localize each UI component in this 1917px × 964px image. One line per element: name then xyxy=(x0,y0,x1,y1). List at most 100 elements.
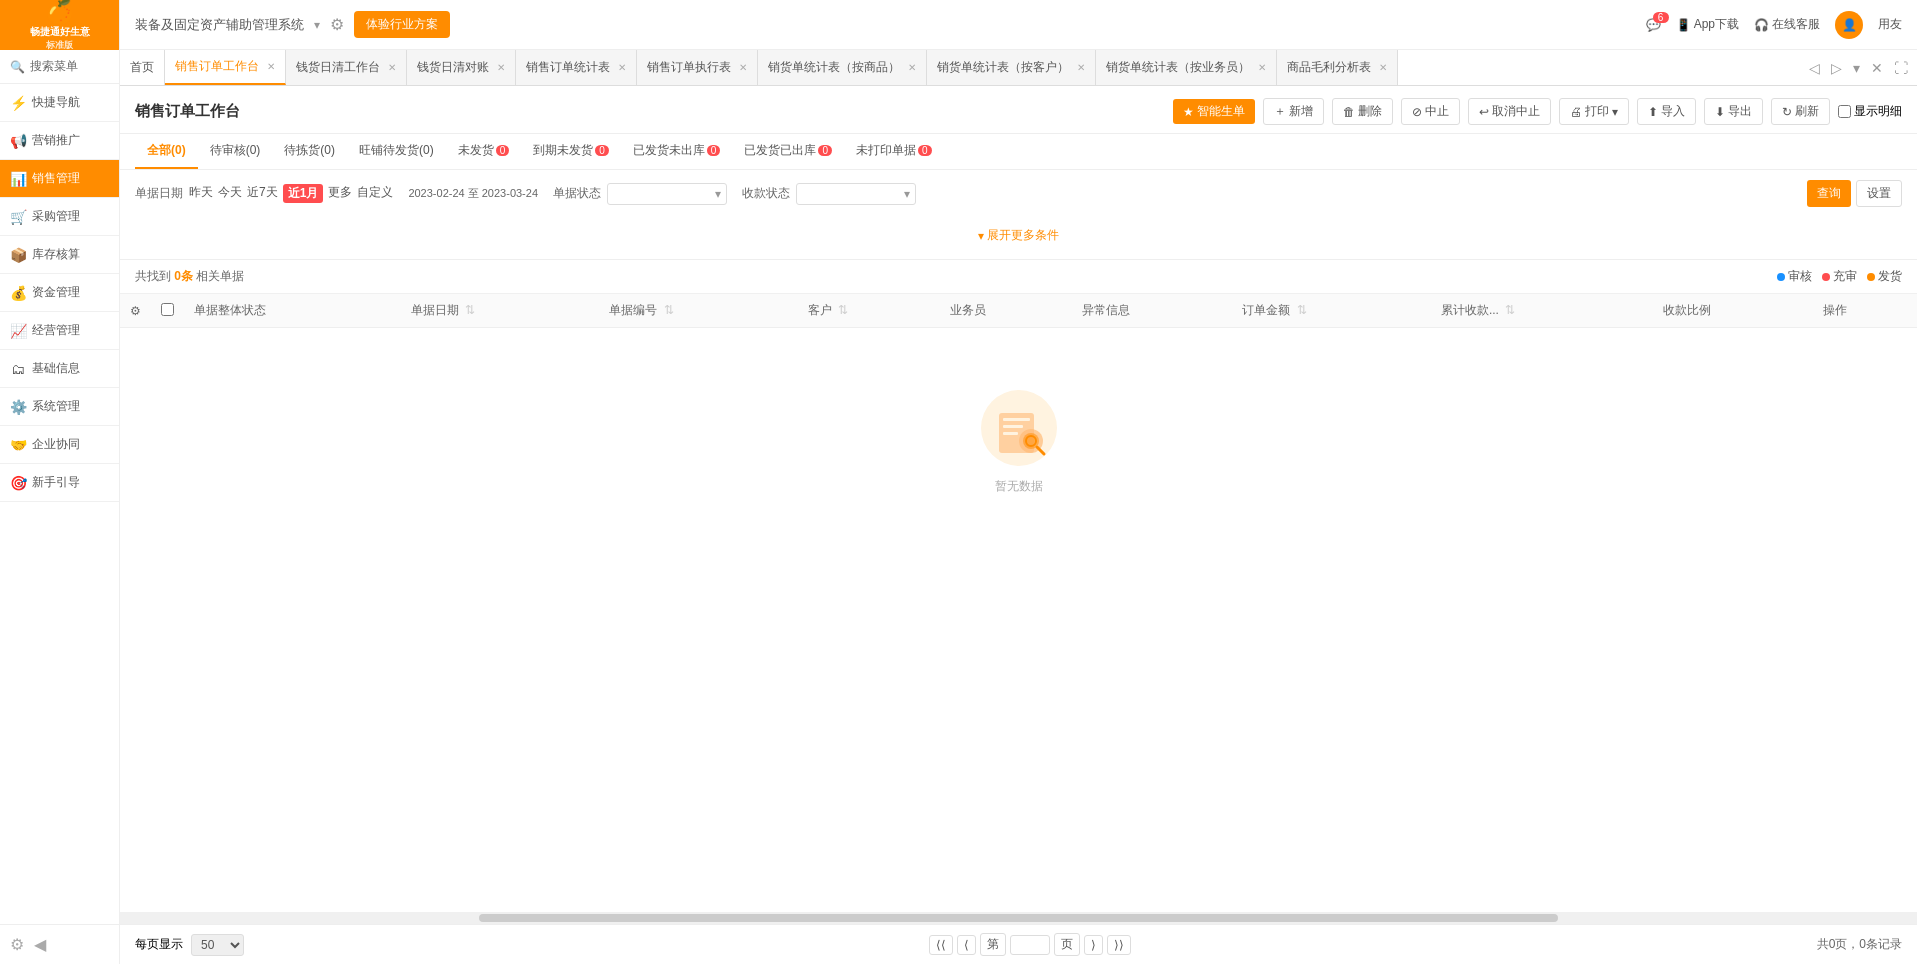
page-next-btn[interactable]: ⟩ xyxy=(1084,935,1103,955)
sidebar-item-inventory[interactable]: 📦 库存核算 xyxy=(0,236,119,274)
subtab-shipped-out[interactable]: 已发货已出库0 xyxy=(732,134,844,169)
sidebar-item-guide[interactable]: 🎯 新手引导 xyxy=(0,464,119,502)
tab-close-icon[interactable]: ✕ xyxy=(739,62,747,73)
date-opt-1month[interactable]: 近1月 xyxy=(283,184,324,203)
tab-consign-customer[interactable]: 销货单统计表（按客户） ✕ xyxy=(927,50,1096,85)
cancel-stop-btn[interactable]: ↩ 取消中止 xyxy=(1468,98,1551,125)
tab-scroll-right-icon[interactable]: ▷ xyxy=(1827,58,1846,78)
horizontal-scrollbar[interactable] xyxy=(120,912,1917,924)
sidebar-item-search[interactable]: 🔍 搜索菜单 xyxy=(0,50,119,84)
stop-icon: ⊘ xyxy=(1412,105,1422,119)
col-received: 累计收款... ⇅ xyxy=(1431,294,1653,328)
show-detail-checkbox[interactable] xyxy=(1838,105,1851,118)
date-opt-7days[interactable]: 近7天 xyxy=(247,184,278,203)
page-last-btn[interactable]: ⟩⟩ xyxy=(1107,935,1131,955)
tab-close-icon[interactable]: ✕ xyxy=(497,62,505,73)
tab-close-all-icon[interactable]: ✕ xyxy=(1867,58,1887,78)
tab-sales-order-workbench[interactable]: 销售订单工作台 ✕ xyxy=(165,50,286,85)
sidebar-item-enterprise[interactable]: 🤝 企业协同 xyxy=(0,426,119,464)
date-opt-today[interactable]: 今天 xyxy=(218,184,242,203)
subtab-shipped-not-out[interactable]: 已发货未出库0 xyxy=(621,134,733,169)
date-opt-custom[interactable]: 自定义 xyxy=(357,184,393,203)
subtab-wangpu[interactable]: 旺铺待发货(0) xyxy=(347,134,446,169)
table-result-info: 共找到 0条 相关单据 xyxy=(135,268,244,285)
subtab-expired-not-shipped[interactable]: 到期未发货0 xyxy=(521,134,621,169)
expand-btn[interactable]: ▾ 展开更多条件 xyxy=(978,222,1059,249)
date-opt-yesterday[interactable]: 昨天 xyxy=(189,184,213,203)
sidebar-item-purchase[interactable]: 🛒 采购管理 xyxy=(0,198,119,236)
tab-close-icon[interactable]: ✕ xyxy=(1379,62,1387,73)
status-select[interactable] xyxy=(607,183,727,205)
page-prev-btn[interactable]: ⟨ xyxy=(957,935,976,955)
sidebar-item-sales[interactable]: 📊 销售管理 xyxy=(0,160,119,198)
table-scroll[interactable]: ⚙ 单据整体状态 单据日期 ⇅ 单据编号 ⇅ xyxy=(120,294,1917,912)
number-sort-icon[interactable]: ⇅ xyxy=(664,303,674,317)
tab-cash-daily[interactable]: 钱货日清工作台 ✕ xyxy=(286,50,407,85)
notification-btn[interactable]: 💬 6 xyxy=(1646,18,1661,32)
sidebar-item-marketing[interactable]: 📢 营销推广 xyxy=(0,122,119,160)
import-btn[interactable]: ⬆ 导入 xyxy=(1637,98,1696,125)
system-dropdown-icon[interactable]: ▾ xyxy=(314,18,320,32)
sidebar-item-label: 营销推广 xyxy=(32,132,80,149)
ship-bulk-btn[interactable]: 发货 xyxy=(1867,268,1902,285)
subtab-pending-review[interactable]: 待审核(0) xyxy=(198,134,273,169)
subtab-pending-check[interactable]: 待拣货(0) xyxy=(272,134,347,169)
unreviewed-bulk-btn[interactable]: 充审 xyxy=(1822,268,1857,285)
tab-close-icon[interactable]: ✕ xyxy=(1077,62,1085,73)
tab-consign-salesman[interactable]: 销货单统计表（按业务员） ✕ xyxy=(1096,50,1277,85)
scrollbar-thumb[interactable] xyxy=(479,914,1557,922)
tab-close-icon[interactable]: ✕ xyxy=(908,62,916,73)
date-opt-more[interactable]: 更多 xyxy=(328,184,352,203)
sidebar-item-basic-info[interactable]: 🗂 基础信息 xyxy=(0,350,119,388)
tab-close-icon[interactable]: ✕ xyxy=(388,62,396,73)
subtab-not-shipped[interactable]: 未发货0 xyxy=(446,134,522,169)
select-all-checkbox[interactable] xyxy=(161,303,174,316)
column-settings[interactable]: ⚙ xyxy=(120,294,151,328)
sidebar-item-system[interactable]: ⚙️ 系统管理 xyxy=(0,388,119,426)
sidebar-item-operations[interactable]: 📈 经营管理 xyxy=(0,312,119,350)
sidebar-item-quick-nav[interactable]: ⚡ 快捷导航 xyxy=(0,84,119,122)
date-sort-icon[interactable]: ⇅ xyxy=(465,303,475,317)
tab-consign-product[interactable]: 销货单统计表（按商品） ✕ xyxy=(758,50,927,85)
smart-create-btn[interactable]: ★ 智能生单 xyxy=(1173,99,1255,124)
amount-sort-icon[interactable]: ⇅ xyxy=(1297,303,1307,317)
per-page-select[interactable]: 50 100 xyxy=(191,934,244,956)
ship-dot xyxy=(1867,273,1875,281)
review-bulk-btn[interactable]: 审核 xyxy=(1777,268,1812,285)
tab-sales-stats[interactable]: 销售订单统计表 ✕ xyxy=(516,50,637,85)
stop-btn[interactable]: ⊘ 中止 xyxy=(1401,98,1460,125)
query-btn[interactable]: 查询 xyxy=(1807,180,1851,207)
industry-btn[interactable]: 体验行业方案 xyxy=(354,11,450,38)
add-btn[interactable]: ＋ 新增 xyxy=(1263,98,1324,125)
payment-select[interactable] xyxy=(796,183,916,205)
tab-product-margin[interactable]: 商品毛利分析表 ✕ xyxy=(1277,50,1398,85)
tab-sales-exec[interactable]: 销售订单执行表 ✕ xyxy=(637,50,758,85)
page-first-btn[interactable]: ⟨⟨ xyxy=(929,935,953,955)
tab-more-icon[interactable]: ▾ xyxy=(1849,58,1864,78)
export-btn[interactable]: ⬇ 导出 xyxy=(1704,98,1763,125)
online-service-btn[interactable]: 🎧 在线客服 xyxy=(1754,16,1820,33)
subtab-not-printed[interactable]: 未打印单据0 xyxy=(844,134,944,169)
tab-close-icon[interactable]: ✕ xyxy=(618,62,626,73)
customer-sort-icon[interactable]: ⇅ xyxy=(838,303,848,317)
tab-cash-account[interactable]: 钱货日清对账 ✕ xyxy=(407,50,516,85)
page-input[interactable]: 1 xyxy=(1010,935,1050,955)
settings-icon[interactable]: ⚙ xyxy=(10,935,24,954)
tab-close-icon[interactable]: ✕ xyxy=(267,61,275,72)
sidebar-item-finance[interactable]: 💰 资金管理 xyxy=(0,274,119,312)
received-sort-icon[interactable]: ⇅ xyxy=(1505,303,1515,317)
print-btn[interactable]: 🖨 打印 ▾ xyxy=(1559,98,1629,125)
tab-fullscreen-icon[interactable]: ⛶ xyxy=(1890,58,1912,78)
delete-btn[interactable]: 🗑 删除 xyxy=(1332,98,1393,125)
refresh-btn[interactable]: ↻ 刷新 xyxy=(1771,98,1830,125)
tab-home[interactable]: 首页 xyxy=(120,50,165,85)
user-avatar[interactable]: 👤 xyxy=(1835,11,1863,39)
tab-scroll-left-icon[interactable]: ◁ xyxy=(1805,58,1824,78)
settings-filter-btn[interactable]: 设置 xyxy=(1856,180,1902,207)
subtab-all[interactable]: 全部(0) xyxy=(135,134,198,169)
topbar-settings-icon[interactable]: ⚙ xyxy=(330,15,344,34)
collapse-icon[interactable]: ◀ xyxy=(34,935,46,954)
print-dropdown-icon: ▾ xyxy=(1612,105,1618,119)
tab-close-icon[interactable]: ✕ xyxy=(1258,62,1266,73)
app-download-btn[interactable]: 📱 App下载 xyxy=(1676,16,1739,33)
